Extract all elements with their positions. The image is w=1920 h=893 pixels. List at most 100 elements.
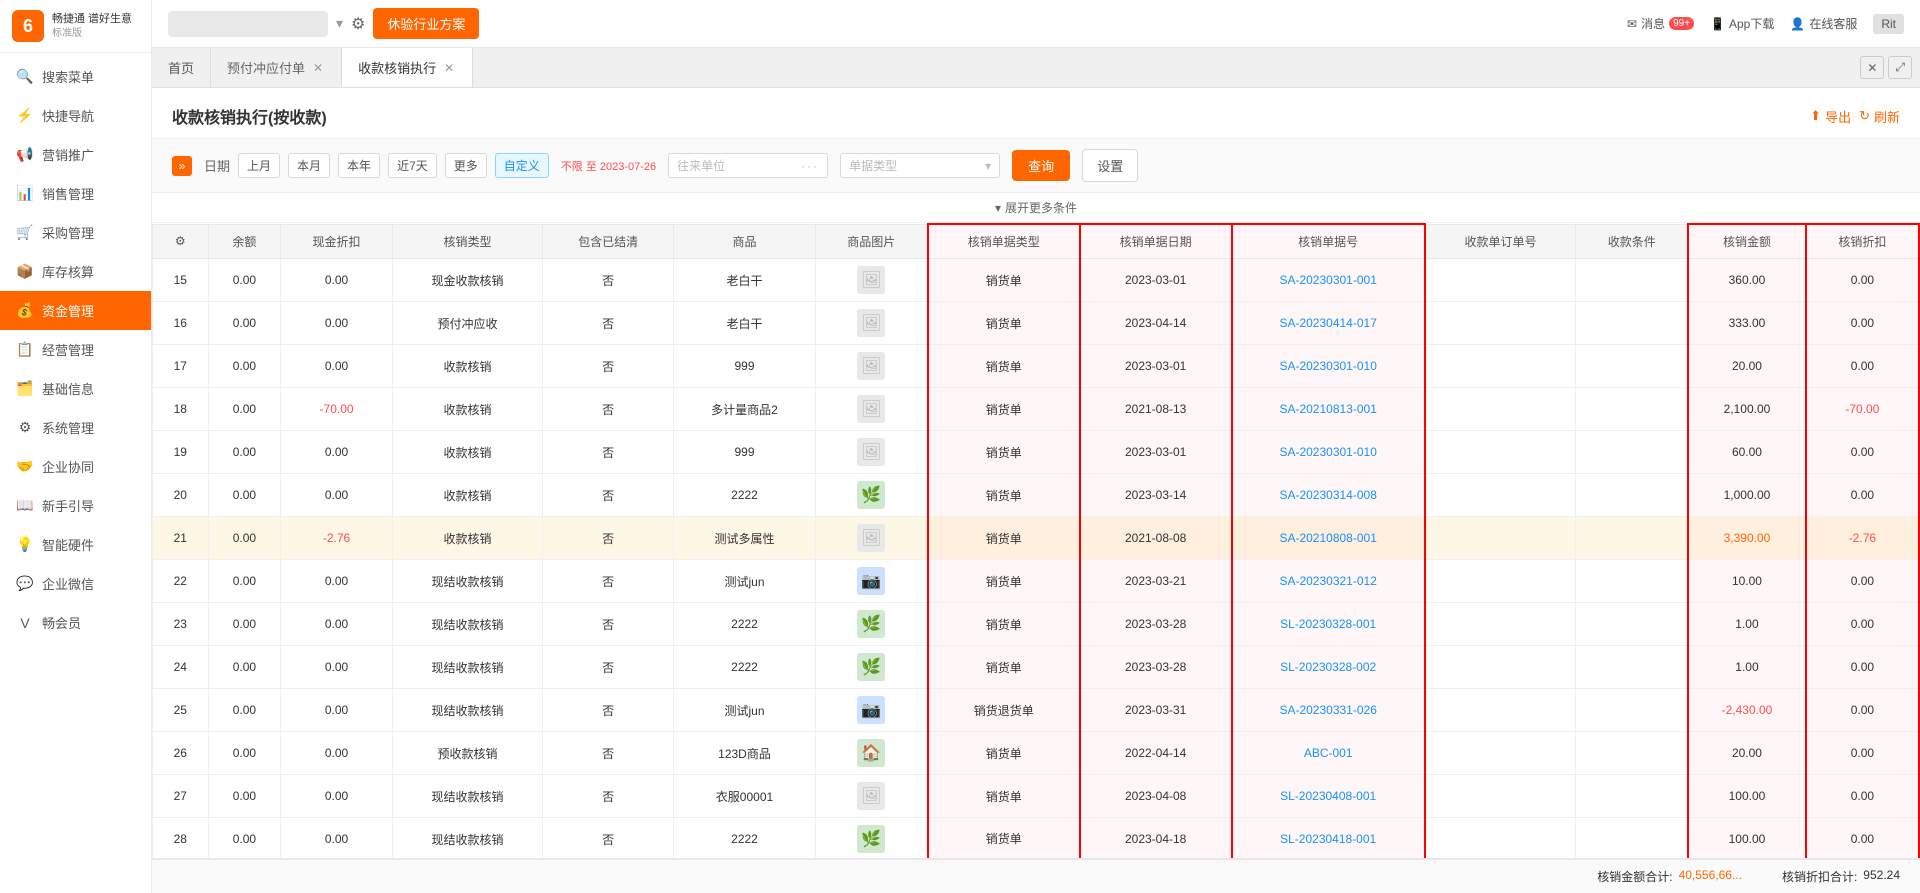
nav-label-10: 企业协同 [42,457,94,476]
refresh-btn[interactable]: ↻ 刷新 [1859,107,1900,126]
logo-text: 畅捷通 谱好生意 标准版 [52,12,132,39]
nav-label-0: 搜索菜单 [42,67,94,86]
cell-bill-type: 销货单 [928,603,1080,646]
cell-bill-no[interactable]: SA-20230331-026 [1232,689,1425,732]
cell-id: 22 [153,560,209,603]
date-this-month-btn[interactable]: 本月 [288,153,330,178]
cell-bill-no[interactable]: SA-20230301-001 [1232,259,1425,302]
cell-balance: 0.00 [208,775,281,818]
cell-goods-img: 🖼 [815,517,927,560]
sidebar-item-10[interactable]: 🤝企业协同 [0,447,151,486]
col-header-receipt-condition: 收款条件 [1576,224,1688,259]
nav-icon-14: V [16,614,34,632]
sidebar-item-1[interactable]: ⚡快捷导航 [0,96,151,135]
tab-writeoff-close[interactable]: ✕ [442,59,456,77]
col-header-gear[interactable]: ⚙ [153,224,209,259]
cell-id: 26 [153,732,209,775]
date-7days-btn[interactable]: 近7天 [388,153,437,178]
date-this-year-btn[interactable]: 本年 [338,153,380,178]
nav-icon-5: 📦 [16,263,34,281]
sidebar-item-0[interactable]: 🔍搜索菜单 [0,57,151,96]
cell-bill-no[interactable]: ABC-001 [1232,732,1425,775]
app-download-btn[interactable]: 📱 App下载 [1710,15,1774,32]
cell-bill-no[interactable]: SL-20230328-002 [1232,646,1425,689]
tab-maximize-btn[interactable]: ⤢ [1888,56,1912,79]
partner-filter[interactable]: 往来单位 ··· [668,153,828,178]
cell-bill-no[interactable]: SA-20230414-017 [1232,302,1425,345]
tab-close-all-btn[interactable]: ✕ [1860,56,1884,79]
nav-label-8: 基础信息 [42,379,94,398]
cell-cash-discount: 0.00 [281,474,393,517]
cell-goods-img: 🖼 [815,775,927,818]
industry-btn[interactable]: 休验行业方案 [373,8,479,39]
topbar-gear-icon[interactable]: ⚙ [351,14,365,34]
date-last-month-btn[interactable]: 上月 [238,153,280,178]
cell-write-off-type: 收款核销 [392,517,542,560]
sidebar-item-7[interactable]: 📋经营管理 [0,330,151,369]
sidebar-item-2[interactable]: 📢营销推广 [0,135,151,174]
tab-writeoff[interactable]: 收款核销执行 ✕ [342,48,473,87]
cell-bill-no[interactable]: SL-20230408-001 [1232,775,1425,818]
cell-goods-img: 🏠 [815,732,927,775]
cell-balance: 0.00 [208,732,281,775]
cell-goods-img: 📷 [815,689,927,732]
sidebar-item-13[interactable]: 💬企业微信 [0,564,151,603]
query-btn[interactable]: 查询 [1012,150,1070,181]
tab-prepay[interactable]: 预付冲应付单 ✕ [211,48,342,87]
cell-bill-no[interactable]: SA-20230301-010 [1232,431,1425,474]
cell-bill-no[interactable]: SA-20210813-001 [1232,388,1425,431]
cell-bill-date: 2023-03-28 [1080,603,1232,646]
date-more-btn[interactable]: 更多 [445,153,487,178]
cell-bill-no[interactable]: SL-20230418-001 [1232,818,1425,859]
bill-type-filter[interactable]: 单据类型 ▾ [840,153,1000,178]
cell-goods: 2222 [674,474,816,517]
user-info[interactable]: Rit [1873,14,1904,34]
nav-label-1: 快捷导航 [42,106,94,125]
sidebar-item-8[interactable]: 🗂️基础信息 [0,369,151,408]
cell-goods-img: 🖼 [815,388,927,431]
cell-goods-img: 🌿 [815,474,927,517]
refresh-icon: ↻ [1859,108,1870,124]
table-row: 27 0.00 0.00 现结收款核销 否 衣服00001 🖼 销货单 2023… [153,775,1920,818]
cell-cash-discount: 0.00 [281,345,393,388]
cell-write-off-discount: -70.00 [1806,388,1919,431]
nav-icon-7: 📋 [16,341,34,359]
cell-bill-date: 2023-03-21 [1080,560,1232,603]
cell-bill-no[interactable]: SL-20230328-001 [1232,603,1425,646]
sidebar-item-4[interactable]: 🛒采购管理 [0,213,151,252]
sidebar-item-14[interactable]: V畅会员 [0,603,151,642]
date-filter-label: 日期 [204,156,230,175]
sidebar-item-3[interactable]: 📊销售管理 [0,174,151,213]
tab-prepay-close[interactable]: ✕ [311,59,325,77]
cell-write-off-amount: -2,430.00 [1688,689,1806,732]
cell-included-settled: 否 [543,517,674,560]
sidebar-item-11[interactable]: 📖新手引导 [0,486,151,525]
expand-conditions-btn[interactable]: ▾ 展开更多条件 [995,199,1077,216]
online-service-btn[interactable]: 👤 在线客服 [1790,15,1857,32]
topbar-dropdown-icon[interactable]: ▾ [336,15,343,32]
sidebar-item-9[interactable]: ⚙系统管理 [0,408,151,447]
sidebar-item-12[interactable]: 💡智能硬件 [0,525,151,564]
tab-home[interactable]: 首页 [152,48,211,87]
sidebar-item-5[interactable]: 📦 库存核算 [0,252,151,291]
cell-bill-date: 2021-08-08 [1080,517,1232,560]
cell-receipt-condition [1576,603,1688,646]
cell-bill-no[interactable]: SA-20230301-010 [1232,345,1425,388]
cell-bill-no[interactable]: SA-20230321-012 [1232,560,1425,603]
sidebar-item-6[interactable]: 💰资金管理 [0,291,151,330]
cell-bill-no[interactable]: SA-20230314-008 [1232,474,1425,517]
filter-toggle-btn[interactable]: » [172,156,192,176]
message-badge[interactable]: ✉ 消息 99+ [1627,15,1694,32]
cell-included-settled: 否 [543,302,674,345]
cell-goods: 2222 [674,818,816,859]
cell-receipt-condition [1576,302,1688,345]
settings-btn[interactable]: 设置 [1082,149,1138,182]
date-custom-btn[interactable]: 自定义 [495,153,549,178]
cell-goods: 测试jun [674,560,816,603]
export-btn[interactable]: ⬆ 导出 [1810,107,1851,126]
cell-bill-type: 销货单 [928,517,1080,560]
cell-write-off-discount: 0.00 [1806,603,1919,646]
cell-bill-no[interactable]: SA-20210808-001 [1232,517,1425,560]
nav-label-5: 库存核算 [42,262,94,281]
page-header: 收款核销执行(按收款) ⬆ 导出 ↻ 刷新 [152,88,1920,139]
